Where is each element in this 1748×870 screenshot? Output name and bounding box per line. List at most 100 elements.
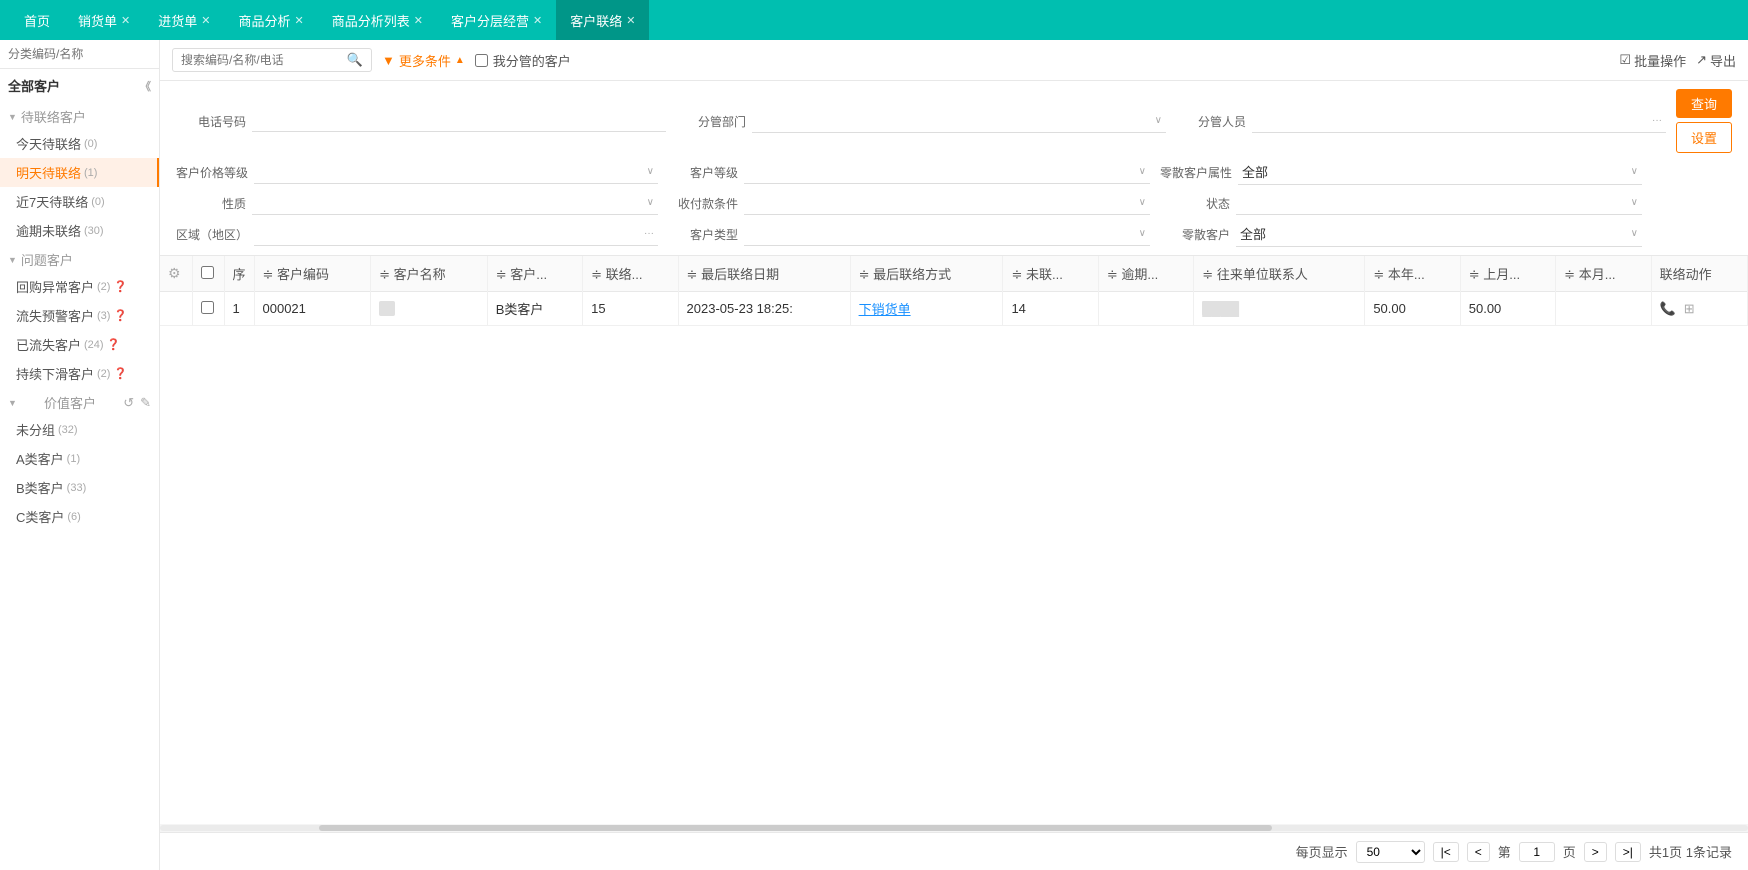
row-action-phone[interactable]: 📞	[1660, 301, 1676, 317]
my-customers-checkbox[interactable]	[475, 54, 488, 67]
nav-purchase-close[interactable]: ✕	[201, 14, 210, 27]
select-all-checkbox[interactable]	[201, 266, 214, 279]
filter-region-label: 区域（地区）	[176, 226, 248, 243]
row-action-grid[interactable]: ⊞	[1684, 301, 1695, 317]
sidebar-item-class-a[interactable]: A类客户 (1)	[0, 444, 159, 473]
filter-retail-customer-select[interactable]: 全部 ∨	[1236, 221, 1642, 247]
filter-region-select[interactable]: ···	[254, 222, 658, 246]
filter-customer-type-select[interactable]: ∨	[744, 222, 1150, 246]
nav-home[interactable]: 首页	[10, 0, 64, 40]
sidebar-item-class-c[interactable]: C类客户 (6)	[0, 502, 159, 531]
nav-customer-contact-close[interactable]: ✕	[626, 14, 635, 27]
col-last-date-sort[interactable]: ≑	[687, 267, 698, 282]
col-this-year-sort[interactable]: ≑	[1373, 267, 1384, 282]
sidebar-item-churn-warning-help[interactable]: ❓	[113, 309, 127, 322]
batch-action-button[interactable]: ☑ 批量操作	[1619, 51, 1686, 70]
sidebar-item-ungrouped[interactable]: 未分组 (32)	[0, 415, 159, 444]
col-overdue-sort[interactable]: ≑	[1107, 267, 1118, 282]
sidebar-item-repurchase[interactable]: 回购异常客户 (2) ❓	[0, 272, 159, 301]
sidebar-item-churned-help[interactable]: ❓	[107, 338, 121, 351]
col-type-sort[interactable]: ≑	[496, 267, 507, 282]
nav-sales[interactable]: 销货单 ✕	[64, 0, 144, 40]
nav-analysis-list[interactable]: 商品分析列表 ✕	[318, 0, 437, 40]
filter-payment-select[interactable]: ∨	[744, 191, 1150, 215]
sidebar-search-input[interactable]	[8, 47, 160, 61]
row-checkbox[interactable]	[201, 301, 214, 314]
last-page-button[interactable]: >|	[1615, 842, 1641, 862]
top-navigation: 首页 销货单 ✕ 进货单 ✕ 商品分析 ✕ 商品分析列表 ✕ 客户分层经营 ✕ …	[0, 0, 1748, 40]
page-label: 第	[1498, 842, 1511, 861]
nav-customer-segment-close[interactable]: ✕	[533, 14, 542, 27]
next-page-button[interactable]: >	[1584, 842, 1607, 862]
per-page-select[interactable]: 50 100 200	[1356, 841, 1425, 863]
scrollbar-thumb[interactable]	[319, 825, 1272, 831]
sidebar-item-declining-help[interactable]: ❓	[113, 367, 127, 380]
nav-analysis-list-close[interactable]: ✕	[414, 14, 423, 27]
filter-status-select[interactable]: ∨	[1236, 191, 1642, 215]
col-name-sort[interactable]: ≑	[379, 267, 390, 282]
sidebar-item-7days[interactable]: 近7天待联络 (0)	[0, 187, 159, 216]
filter-phone-input[interactable]	[252, 111, 666, 132]
sidebar-item-overdue[interactable]: 逾期未联络 (30)	[0, 216, 159, 245]
filter-row-1: 电话号码 分管部门 ∨ 分管人员 ···	[176, 89, 1732, 153]
sidebar-group-value[interactable]: 价值客户 ↺ ✎	[0, 388, 159, 415]
prev-page-button[interactable]: <	[1467, 842, 1490, 862]
sidebar-item-class-b[interactable]: B类客户 (33)	[0, 473, 159, 502]
more-filters-button[interactable]: ▼ 更多条件 ▲	[382, 51, 465, 70]
sidebar-all-customers[interactable]: 全部客户 《	[0, 69, 159, 102]
filter-dept-select[interactable]: ∨	[752, 109, 1166, 133]
page-input[interactable]	[1519, 842, 1555, 862]
sidebar-item-tomorrow[interactable]: 明天待联络 (1)	[0, 158, 159, 187]
horizontal-scrollbar[interactable]	[160, 824, 1748, 832]
first-page-button[interactable]: |<	[1433, 842, 1459, 862]
nav-analysis[interactable]: 商品分析 ✕	[224, 0, 317, 40]
sidebar-item-repurchase-help[interactable]: ❓	[113, 280, 127, 293]
col-last-month-sort[interactable]: ≑	[1469, 267, 1480, 282]
sidebar-group-pending-label: 待联络客户	[21, 107, 86, 126]
filter-nature-select[interactable]: ∨	[252, 191, 658, 215]
search-input[interactable]	[181, 53, 343, 67]
row-last-method-value[interactable]: 下销货单	[859, 302, 911, 317]
sidebar-group-value-label: 价值客户	[44, 393, 96, 412]
nav-sales-close[interactable]: ✕	[121, 14, 130, 27]
col-not-contacted-sort[interactable]: ≑	[1011, 267, 1022, 282]
filter-retail-attr-select[interactable]: 全部 ∨	[1238, 159, 1642, 185]
sidebar-item-declining[interactable]: 持续下滑客户 (2) ❓	[0, 359, 159, 388]
export-button[interactable]: ↗ 导出	[1696, 51, 1736, 70]
sidebar-item-repurchase-count: (2)	[97, 281, 110, 293]
sidebar-group-pending[interactable]: 待联络客户	[0, 102, 159, 129]
sidebar-item-churn-warning[interactable]: 流失预警客户 (3) ❓	[0, 301, 159, 330]
col-num: 序	[224, 256, 254, 292]
batch-action-label: 批量操作	[1634, 51, 1686, 70]
sidebar-group-value-refresh[interactable]: ↺	[123, 395, 134, 411]
filter-manager-select[interactable]: ···	[1252, 109, 1666, 133]
sidebar-item-churn-warning-count: (3)	[97, 310, 110, 322]
filter-price-level-select[interactable]: ∨	[254, 160, 658, 184]
set-button[interactable]: 设置	[1676, 122, 1732, 153]
sidebar-group-problem[interactable]: 问题客户	[0, 245, 159, 272]
sidebar-item-today[interactable]: 今天待联络 (0)	[0, 129, 159, 158]
nav-analysis-list-label: 商品分析列表	[332, 11, 410, 30]
my-customers-toggle[interactable]: 我分管的客户	[475, 51, 571, 70]
nav-analysis-label: 商品分析	[238, 11, 290, 30]
query-button[interactable]: 查询	[1676, 89, 1732, 118]
sidebar-group-value-edit[interactable]: ✎	[140, 395, 151, 411]
sidebar-all-customers-label: 全部客户	[8, 76, 60, 95]
col-code-sort[interactable]: ≑	[263, 267, 274, 282]
filter-customer-level-select[interactable]: ∨	[744, 160, 1150, 184]
sidebar-item-class-a-count: (1)	[67, 453, 80, 465]
col-contacts-sort[interactable]: ≑	[591, 267, 602, 282]
nav-customer-segment[interactable]: 客户分层经营 ✕	[437, 0, 556, 40]
nav-customer-contact[interactable]: 客户联络 ✕	[556, 0, 649, 40]
filter-manager-dots[interactable]: ···	[1652, 115, 1662, 126]
search-icon[interactable]: 🔍	[347, 52, 363, 68]
filter-region-dots[interactable]: ···	[644, 228, 654, 239]
settings-icon[interactable]: ⚙	[168, 265, 181, 281]
col-company-contact-sort[interactable]: ≑	[1202, 267, 1213, 282]
col-last-method-sort[interactable]: ≑	[859, 267, 870, 282]
sidebar-item-churned[interactable]: 已流失客户 (24) ❓	[0, 330, 159, 359]
col-action: 联络动作	[1651, 256, 1747, 292]
nav-analysis-close[interactable]: ✕	[295, 14, 304, 27]
nav-purchase[interactable]: 进货单 ✕	[144, 0, 224, 40]
col-this-month-sort[interactable]: ≑	[1564, 267, 1575, 282]
